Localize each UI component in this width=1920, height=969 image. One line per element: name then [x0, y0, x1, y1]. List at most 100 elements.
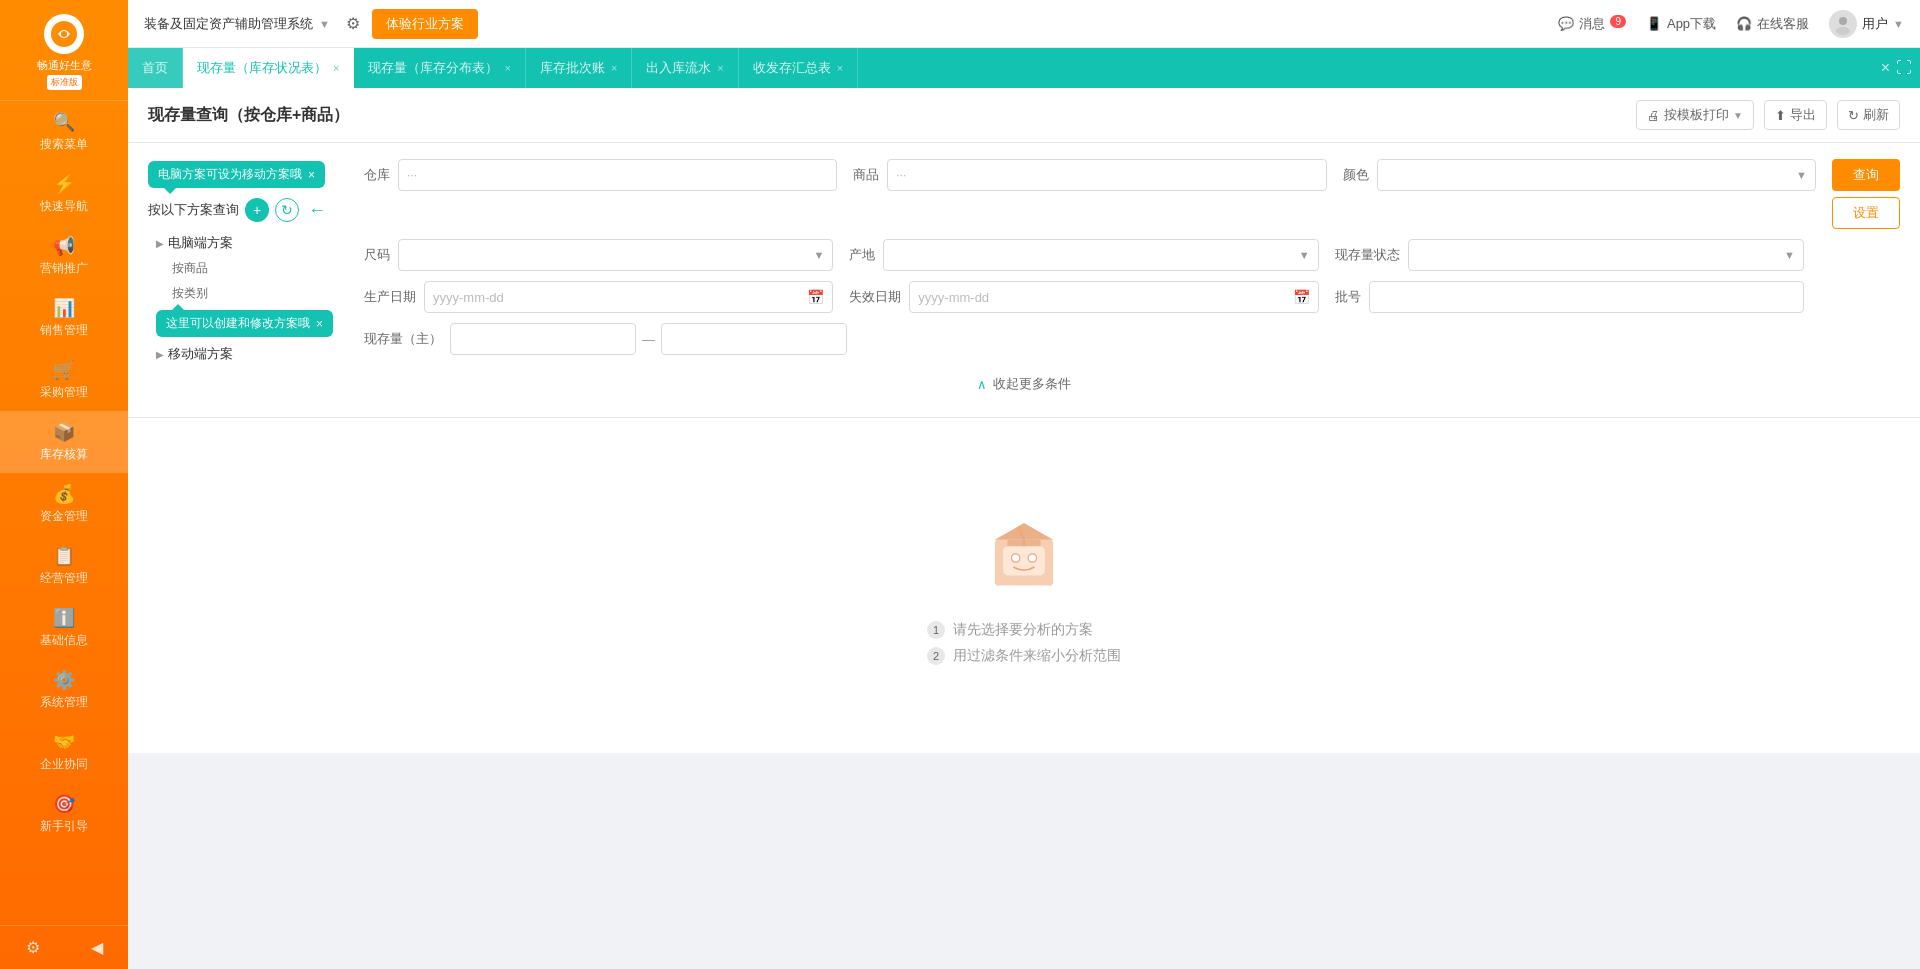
stock-qty-max[interactable] [661, 323, 847, 355]
topbar-user[interactable]: 用户 ▼ [1829, 10, 1904, 38]
sidebar-item-quick-nav[interactable]: ⚡ 快速导航 [0, 163, 128, 225]
system-name-chevron: ▼ [319, 18, 330, 30]
prod-date-input[interactable]: yyyy-mm-dd 📅 [424, 281, 833, 313]
system-name-text: 装备及固定资产辅助管理系统 [144, 15, 313, 33]
sidebar: 畅通好生意 标准版 🔍 搜索菜单 ⚡ 快速导航 📢 营销推广 📊 销售管理 🛒 … [0, 0, 128, 969]
tab-batch-ledger-label: 库存批次账 [540, 59, 605, 77]
batch-input[interactable] [1369, 281, 1804, 313]
refresh-icon: ↻ [1848, 108, 1859, 123]
svg-point-8 [1012, 554, 1020, 562]
sidebar-item-operations[interactable]: 📋 经营管理 [0, 535, 128, 597]
tab-fullscreen-btn[interactable]: ⛶ [1896, 59, 1912, 77]
logo-icon [44, 14, 84, 54]
tab-inventory-dist-close[interactable]: × [504, 62, 510, 74]
topbar-right: 💬 消息 9 📱 App下载 🎧 在线客服 用户 ▼ [1558, 10, 1904, 38]
online-support-label: 在线客服 [1757, 15, 1809, 33]
stock-status-select[interactable]: ▼ [1408, 239, 1804, 271]
warehouse-label: 仓库 [364, 166, 390, 184]
tab-batch-ledger[interactable]: 库存批次账 × [526, 48, 632, 88]
refresh-scheme-btn[interactable]: ↻ [275, 198, 299, 222]
tab-inout-flow-close[interactable]: × [717, 62, 723, 74]
size-select[interactable]: ▼ [398, 239, 833, 271]
system-name[interactable]: 装备及固定资产辅助管理系统 ▼ [144, 15, 330, 33]
message-icon: 💬 [1558, 16, 1574, 31]
svg-point-12 [1017, 527, 1022, 532]
sidebar-nav: 🔍 搜索菜单 ⚡ 快速导航 📢 营销推广 📊 销售管理 🛒 采购管理 📦 库存核… [0, 101, 128, 925]
tab-home[interactable]: 首页 [128, 48, 183, 88]
scheme-tooltip-text: 电脑方案可设为移动方案哦 [158, 166, 302, 183]
create-scheme-tooltip[interactable]: 这里可以创建和修改方案哦 × [156, 310, 333, 337]
scheme-desktop-child-1[interactable]: 按商品 [164, 256, 348, 281]
sidebar-item-inventory[interactable]: 📦 库存核算 [0, 411, 128, 473]
enterprise-icon: 🤝 [53, 731, 75, 753]
scheme-desktop-arrow: ▶ [156, 238, 164, 249]
stock-qty-max-input[interactable] [670, 332, 838, 347]
topbar-gear-icon[interactable]: ⚙ [346, 14, 360, 33]
logo-text: 畅通好生意 [37, 58, 92, 73]
export-icon: ⬆ [1775, 108, 1786, 123]
topbar: 装备及固定资产辅助管理系统 ▼ ⚙ 体验行业方案 💬 消息 9 📱 App下载 … [128, 0, 1920, 48]
topbar-app-download[interactable]: 📱 App下载 [1646, 15, 1716, 33]
print-btn[interactable]: 🖨 按模板打印 ▼ [1636, 100, 1754, 130]
inventory-icon: 📦 [53, 421, 75, 443]
scheme-desktop-child-2[interactable]: 按类别 [164, 281, 348, 306]
svg-rect-7 [1003, 546, 1045, 575]
sidebar-item-label: 销售管理 [40, 322, 88, 339]
tab-batch-ledger-close[interactable]: × [611, 62, 617, 74]
page-actions: 🖨 按模板打印 ▼ ⬆ 导出 ↻ 刷新 [1636, 100, 1900, 130]
sidebar-item-purchase[interactable]: 🛒 采购管理 [0, 349, 128, 411]
tab-receive-summary[interactable]: 收发存汇总表 × [739, 48, 858, 88]
sidebar-item-marketing[interactable]: 📢 营销推广 [0, 225, 128, 287]
topbar-online-support[interactable]: 🎧 在线客服 [1736, 15, 1809, 33]
back-btn[interactable]: ← [305, 198, 329, 222]
collapse-btn[interactable]: ∧ 收起更多条件 [148, 367, 1900, 401]
scheme-child2-label: 按类别 [172, 285, 208, 302]
create-tooltip-close[interactable]: × [316, 317, 323, 331]
refresh-btn[interactable]: ↻ 刷新 [1837, 100, 1900, 130]
tab-inout-flow[interactable]: 出入库流水 × [632, 48, 738, 88]
tab-inventory-status[interactable]: 现存量（库存状况表） × [183, 48, 354, 88]
svg-point-3 [1836, 27, 1850, 35]
tab-inventory-status-close[interactable]: × [333, 62, 339, 74]
sidebar-collapse-btn[interactable]: ◀ [91, 938, 103, 957]
export-btn[interactable]: ⬆ 导出 [1764, 100, 1827, 130]
goods-select[interactable]: ··· [887, 159, 1326, 191]
tab-controls: × ⛶ [1873, 48, 1920, 88]
sidebar-item-basic-info[interactable]: ℹ️ 基础信息 [0, 597, 128, 659]
stock-qty-min[interactable] [450, 323, 636, 355]
batch-text-input[interactable] [1378, 290, 1795, 305]
sidebar-item-label: 系统管理 [40, 694, 88, 711]
add-scheme-btn[interactable]: + [245, 198, 269, 222]
scheme-desktop[interactable]: ▶ 电脑端方案 [148, 230, 348, 256]
sidebar-item-search-menu[interactable]: 🔍 搜索菜单 [0, 101, 128, 163]
color-select[interactable]: ▼ [1377, 159, 1816, 191]
origin-select[interactable]: ▼ [883, 239, 1318, 271]
sidebar-item-guide[interactable]: 🎯 新手引导 [0, 783, 128, 845]
sidebar-item-enterprise[interactable]: 🤝 企业协同 [0, 721, 128, 783]
tab-close-btn[interactable]: × [1881, 59, 1890, 77]
sidebar-item-system[interactable]: ⚙️ 系统管理 [0, 659, 128, 721]
tip-num-1: 1 [927, 621, 945, 639]
page-header: 现存量查询（按仓库+商品） 🖨 按模板打印 ▼ ⬆ 导出 ↻ 刷新 [128, 88, 1920, 143]
sidebar-settings-btn[interactable]: ⚙ [26, 938, 40, 957]
sidebar-item-label: 快速导航 [40, 198, 88, 215]
stock-qty-min-input[interactable] [459, 332, 627, 347]
tab-receive-summary-close[interactable]: × [837, 62, 843, 74]
scheme-tree: ▶ 电脑端方案 按商品 按类别 [148, 230, 348, 367]
expiry-date-input[interactable]: yyyy-mm-dd 📅 [909, 281, 1318, 313]
warehouse-select[interactable]: ··· [398, 159, 837, 191]
sidebar-item-label: 经营管理 [40, 570, 88, 587]
industry-btn[interactable]: 体验行业方案 [372, 9, 478, 39]
sidebar-item-sales[interactable]: 📊 销售管理 [0, 287, 128, 349]
scheme-tooltip-bubble[interactable]: 电脑方案可设为移动方案哦 × [148, 161, 325, 188]
scheme-tooltip-close[interactable]: × [308, 168, 315, 182]
size-chevron: ▼ [813, 249, 824, 261]
scheme-mobile[interactable]: ▶ 移动端方案 [148, 341, 348, 367]
sidebar-item-finance[interactable]: 💰 资金管理 [0, 473, 128, 535]
tab-inventory-dist[interactable]: 现存量（库存分布表） × [354, 48, 525, 88]
prod-date-label: 生产日期 [364, 288, 416, 306]
marketing-icon: 📢 [53, 235, 75, 257]
query-btn[interactable]: 查询 [1832, 159, 1900, 191]
topbar-message[interactable]: 💬 消息 9 [1558, 15, 1626, 33]
reset-btn[interactable]: 设置 [1832, 197, 1900, 229]
